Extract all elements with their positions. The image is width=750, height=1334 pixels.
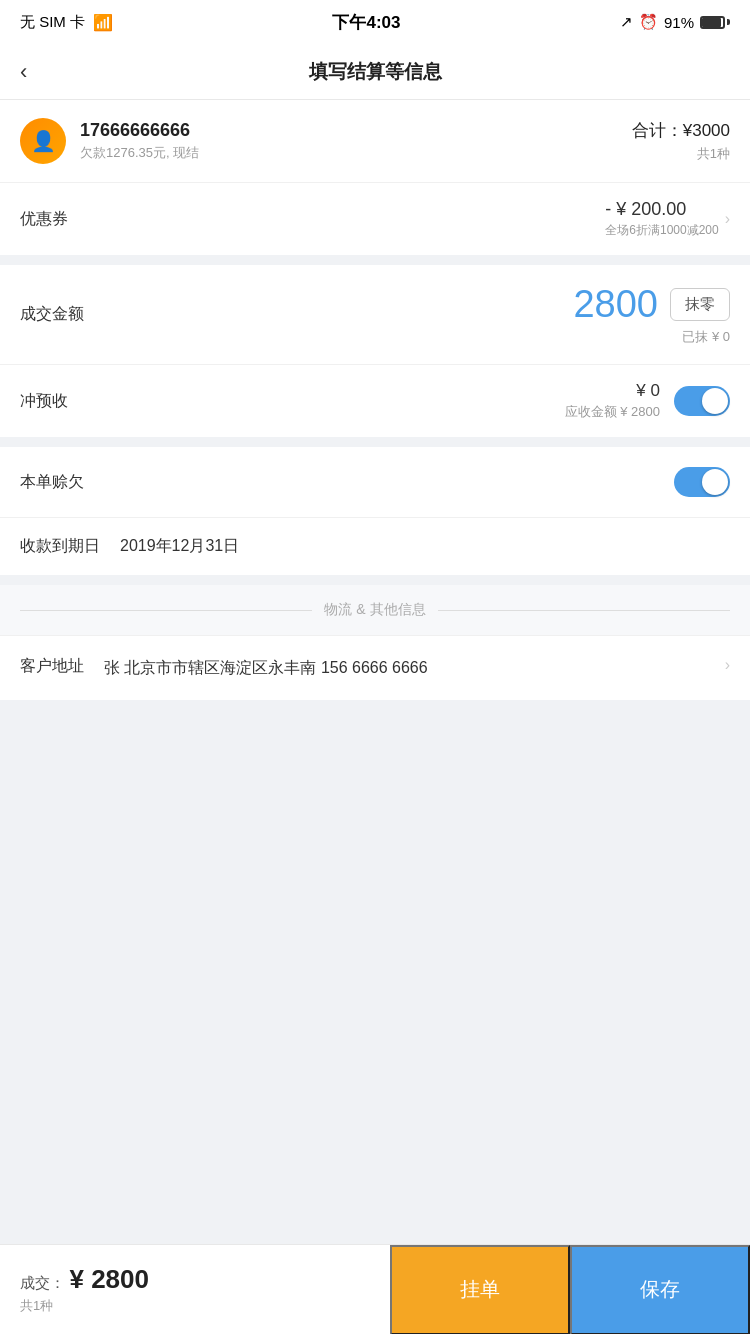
precollect-toggle[interactable] [674,386,730,416]
bottom-summary: 成交： ¥ 2800 共1种 [0,1264,390,1315]
bottom-deal-row: 成交： ¥ 2800 [20,1264,370,1295]
toggle-knob [702,388,728,414]
duedate-row: 收款到期日 2019年12月31日 [0,517,750,575]
amount-label: 成交金额 [20,304,84,325]
coupon-discount: - ¥ 200.00 [605,199,718,220]
user-right: 合计：¥3000 共1种 [632,119,730,163]
hang-button[interactable]: 挂单 [390,1245,570,1335]
user-info-row: 👤 17666666666 欠款1276.35元, 现结 合计：¥3000 共1… [0,100,750,182]
duedate-value: 2019年12月31日 [120,536,239,557]
amount-section: 成交金额 2800 抹零 已抹 ¥ 0 冲预收 ¥ 0 应收金额 ¥ 2800 [0,265,750,437]
bottom-bar: 成交： ¥ 2800 共1种 挂单 保存 [0,1244,750,1334]
address-arrow-icon: › [725,656,730,674]
nav-bar: ‹ 填写结算等信息 [0,44,750,100]
carrier-text: 无 SIM 卡 [20,13,85,32]
address-value: 张 北京市市辖区海淀区永丰南 156 6666 6666 [104,656,725,680]
precollect-amount-block: ¥ 0 应收金额 ¥ 2800 [565,381,660,421]
user-details: 17666666666 欠款1276.35元, 现结 [80,120,199,162]
alarm-icon: ⏰ [639,13,658,31]
amount-value: 2800 [573,283,658,326]
total-amount: 合计：¥3000 [632,119,730,142]
amount-right: 2800 抹零 [573,283,730,326]
content-area: 👤 17666666666 欠款1276.35元, 现结 合计：¥3000 共1… [0,100,750,790]
amount-sub: 已抹 ¥ 0 [573,328,730,346]
debt-section: 本单赊欠 收款到期日 2019年12月31日 [0,447,750,575]
duedate-label: 收款到期日 [20,536,100,557]
avatar: 👤 [20,118,66,164]
status-right: ↗ ⏰ 91% [620,13,730,31]
total-count: 共1种 [632,145,730,163]
amount-right-block: 2800 抹零 已抹 ¥ 0 [573,283,730,346]
coupon-info: - ¥ 200.00 全场6折满1000减200 [605,199,718,239]
back-button[interactable]: ‹ [20,59,27,85]
logistics-text: 物流 & 其他信息 [324,601,425,619]
battery-text: 91% [664,14,694,31]
bottom-deal-count: 共1种 [20,1297,370,1315]
divider-line-right [438,610,730,611]
precollect-label: 冲预收 [20,391,68,412]
coupon-detail: 全场6折满1000减200 [605,222,718,239]
coupon-row[interactable]: 优惠券 - ¥ 200.00 全场6折满1000减200 › [0,182,750,255]
precollect-amount: ¥ 0 [565,381,660,401]
divider-line-left [20,610,312,611]
user-sub: 欠款1276.35元, 现结 [80,144,199,162]
user-info-card: 👤 17666666666 欠款1276.35元, 现结 合计：¥3000 共1… [0,100,750,255]
location-icon: ↗ [620,13,633,31]
battery-icon [700,16,730,29]
precollect-row: 冲预收 ¥ 0 应收金额 ¥ 2800 [0,364,750,437]
debt-row: 本单赊欠 [0,447,750,517]
bottom-deal-amount: ¥ 2800 [69,1264,149,1294]
user-phone: 17666666666 [80,120,199,141]
page-title: 填写结算等信息 [309,59,442,85]
user-left: 👤 17666666666 欠款1276.35元, 现结 [20,118,199,164]
precollect-sub: 应收金额 ¥ 2800 [565,403,660,421]
address-row[interactable]: 客户地址 张 北京市市辖区海淀区永丰南 156 6666 6666 › [0,635,750,700]
logistics-divider: 物流 & 其他信息 [0,585,750,635]
precollect-right: ¥ 0 应收金额 ¥ 2800 [565,381,730,421]
coupon-arrow-icon: › [725,210,730,228]
debt-label: 本单赊欠 [20,472,84,493]
save-button[interactable]: 保存 [570,1245,750,1335]
debt-toggle[interactable] [674,467,730,497]
status-left: 无 SIM 卡 📶 [20,13,113,32]
coupon-right: - ¥ 200.00 全场6折满1000减200 › [605,199,730,239]
address-label: 客户地址 [20,656,84,677]
coupon-label: 优惠券 [20,209,68,230]
status-bar: 无 SIM 卡 📶 下午4:03 ↗ ⏰ 91% [0,0,750,44]
wifi-icon: 📶 [93,13,113,32]
round-button[interactable]: 抹零 [670,288,730,321]
avatar-icon: 👤 [31,129,56,153]
bottom-deal-label: 成交： [20,1274,65,1291]
amount-row: 成交金额 2800 抹零 已抹 ¥ 0 [0,265,750,364]
debt-toggle-knob [702,469,728,495]
status-time: 下午4:03 [332,11,400,34]
